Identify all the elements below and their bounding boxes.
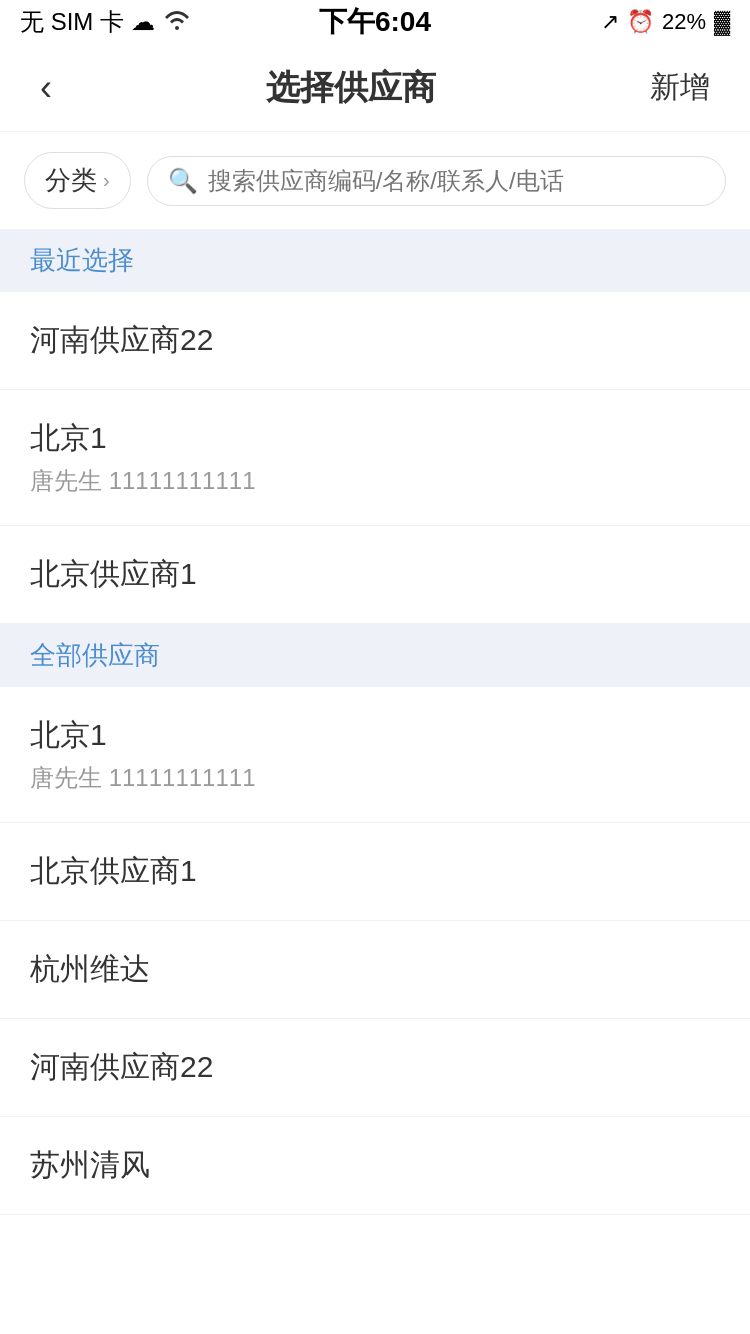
recent-section-label: 最近选择 — [30, 245, 134, 275]
status-time: 下午6:04 — [319, 3, 431, 41]
item-sub: 唐先生 11111111111 — [30, 465, 720, 497]
list-item[interactable]: 北京供应商1 — [0, 823, 750, 921]
alarm-icon: ⏰ — [627, 9, 654, 35]
item-name: 苏州清风 — [30, 1145, 720, 1186]
sim-status: 无 SIM 卡 ☁ — [20, 6, 155, 38]
category-label: 分类 — [45, 163, 97, 198]
search-icon: 🔍 — [168, 167, 198, 195]
filter-bar: 分类 › 🔍 — [0, 132, 750, 229]
list-item[interactable]: 北京1 唐先生 11111111111 — [0, 390, 750, 526]
category-button[interactable]: 分类 › — [24, 152, 131, 209]
status-right: ↗ ⏰ 22% ▓ — [601, 9, 730, 35]
item-sub: 唐先生 11111111111 — [30, 762, 720, 794]
all-section-header: 全部供应商 — [0, 624, 750, 687]
list-item[interactable]: 北京供应商1 — [0, 526, 750, 624]
item-name: 北京1 — [30, 715, 720, 756]
battery-level: 22% — [662, 9, 706, 35]
chevron-right-icon: › — [103, 169, 110, 192]
item-name: 河南供应商22 — [30, 1047, 720, 1088]
nav-bar: ‹ 选择供应商 新增 — [0, 44, 750, 132]
item-name: 北京供应商1 — [30, 554, 720, 595]
recent-list: 河南供应商22 北京1 唐先生 11111111111 北京供应商1 — [0, 292, 750, 624]
item-name: 北京1 — [30, 418, 720, 459]
location-icon: ↗ — [601, 9, 619, 35]
list-item[interactable]: 北京1 唐先生 11111111111 — [0, 687, 750, 823]
item-name: 杭州维达 — [30, 949, 720, 990]
list-item[interactable]: 河南供应商22 — [0, 1019, 750, 1117]
list-item[interactable]: 杭州维达 — [0, 921, 750, 1019]
search-box[interactable]: 🔍 — [147, 156, 726, 206]
list-item[interactable]: 苏州清风 — [0, 1117, 750, 1215]
status-left: 无 SIM 卡 ☁ — [20, 6, 191, 38]
search-input[interactable] — [208, 167, 705, 195]
item-name: 北京供应商1 — [30, 851, 720, 892]
recent-section-header: 最近选择 — [0, 229, 750, 292]
all-section-label: 全部供应商 — [30, 640, 160, 670]
page-title: 选择供应商 — [266, 65, 436, 111]
list-item[interactable]: 河南供应商22 — [0, 292, 750, 390]
item-name: 河南供应商22 — [30, 320, 720, 361]
battery-icon: ▓ — [714, 9, 730, 35]
wifi-icon — [163, 8, 191, 36]
all-list: 北京1 唐先生 11111111111 北京供应商1 杭州维达河南供应商22 苏州清风 — [0, 687, 750, 1215]
back-button[interactable]: ‹ — [30, 57, 62, 119]
status-bar: 无 SIM 卡 ☁ 下午6:04 ↗ ⏰ 22% ▓ — [0, 0, 750, 44]
add-button[interactable]: 新增 — [640, 57, 720, 118]
